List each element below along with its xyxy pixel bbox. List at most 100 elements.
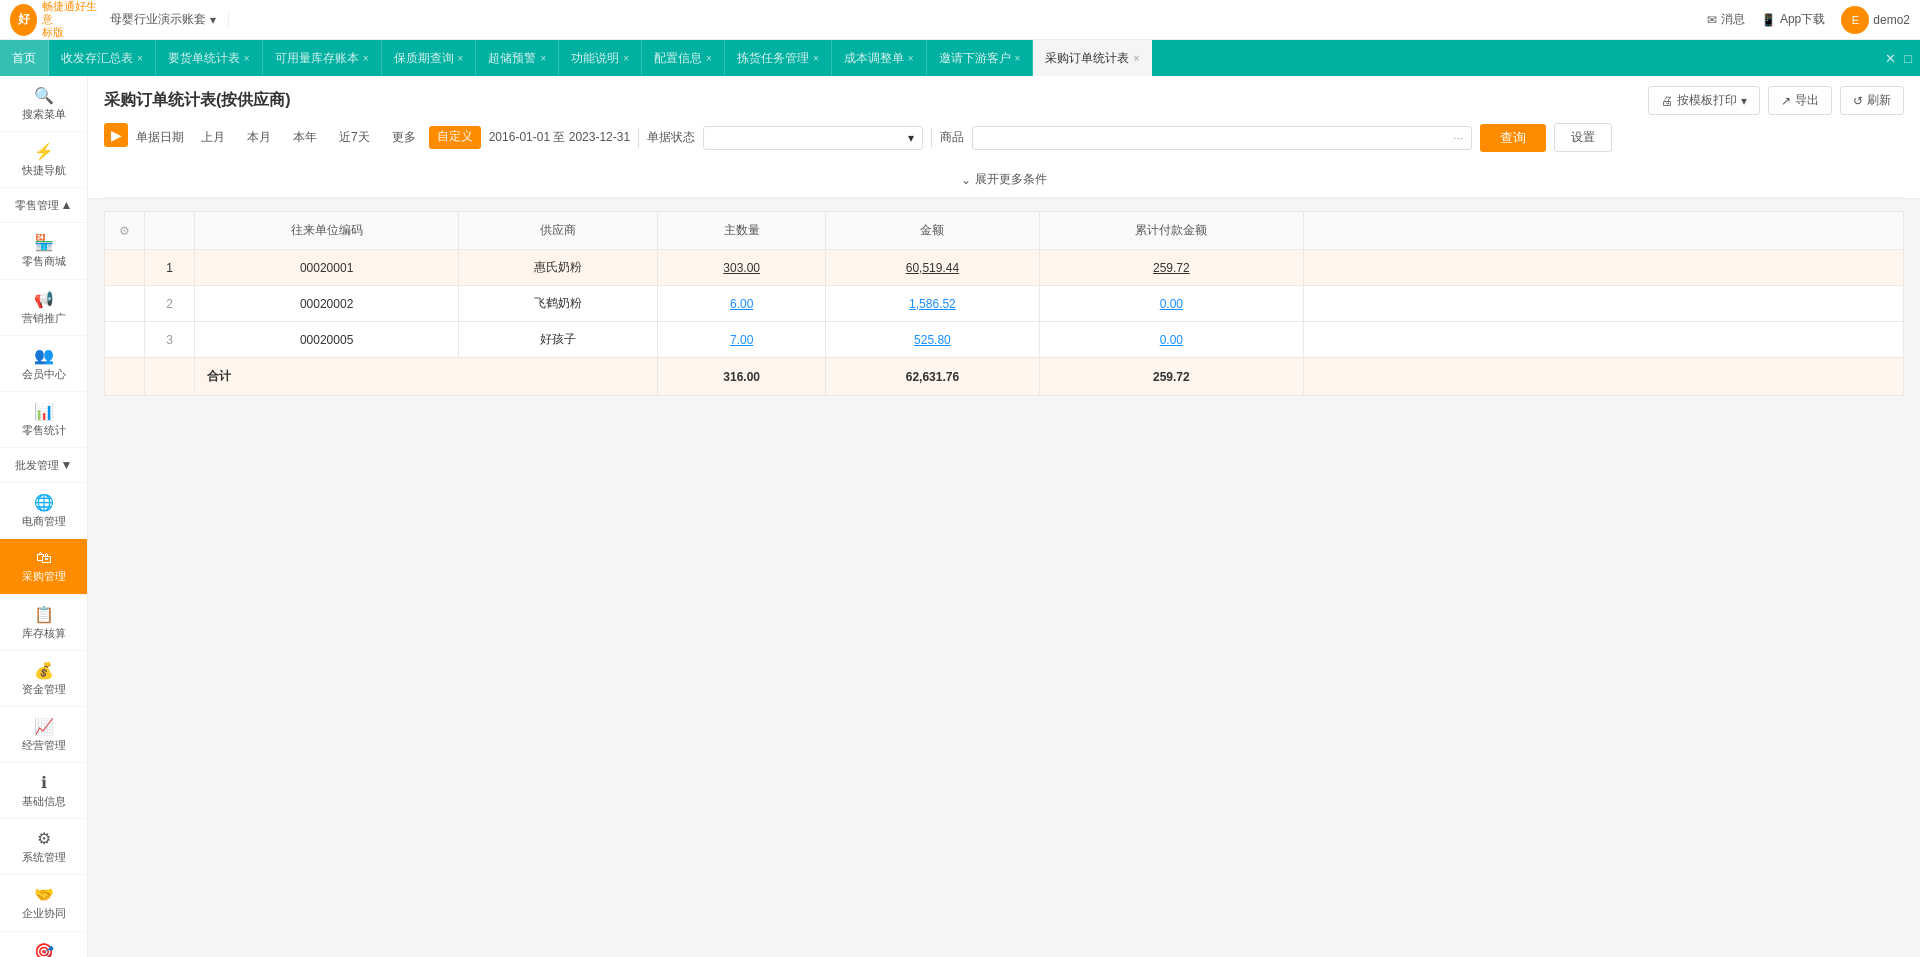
megaphone-icon: 📢 [34, 290, 54, 309]
tab-picking-task[interactable]: 拣货任务管理 × [725, 40, 832, 76]
close-tab-cost-adjust[interactable]: × [908, 53, 914, 64]
td-partner-code-1: 00020001 [195, 250, 459, 286]
main-content: 采购订单统计表(按供应商) 🖨 按模板打印 ▾ ↗ 导出 ↺ 刷新 [88, 76, 1920, 957]
target-icon: 🎯 [34, 942, 54, 957]
refresh-btn[interactable]: ↺ 刷新 [1840, 86, 1904, 115]
tab-purchase-summary[interactable]: 要货单统计表 × [156, 40, 263, 76]
sidebar-item-system[interactable]: ⚙ 系统管理 [0, 819, 87, 875]
logo-icon: 好 [10, 4, 37, 36]
query-btn[interactable]: 查询 [1480, 124, 1546, 152]
sidebar-item-basic-info[interactable]: ℹ 基础信息 [0, 763, 87, 819]
sidebar-item-retail-stats[interactable]: 📊 零售统计 [0, 392, 87, 448]
shortcut-this-year[interactable]: 本年 [284, 126, 326, 149]
shortcut-more[interactable]: 更多 [383, 126, 425, 149]
shortcut-last-month[interactable]: 上月 [192, 126, 234, 149]
sidebar-item-ecommerce[interactable]: 🌐 电商管理 [0, 483, 87, 539]
status-dropdown-icon: ▾ [908, 131, 914, 145]
sidebar-item-retail[interactable]: 零售管理 ▲ [0, 188, 87, 223]
close-tab-config-info[interactable]: × [706, 53, 712, 64]
expand-more-btn[interactable]: ⌄ 展开更多条件 [949, 168, 1059, 191]
td-quantity-3[interactable]: 7.00 [658, 322, 826, 358]
tfoot-label: 合计 [195, 358, 658, 396]
workspace-selector[interactable]: 母婴行业演示账套 ▾ [98, 11, 229, 28]
td-supplier-3: 好孩子 [459, 322, 658, 358]
sidebar-item-wholesale[interactable]: 批发管理 ▼ [0, 448, 87, 483]
sidebar-item-operations[interactable]: 📈 经营管理 [0, 707, 87, 763]
td-paid-amount-2[interactable]: 0.00 [1039, 286, 1303, 322]
shopping-icon: 🛍 [36, 549, 52, 567]
sidebar-item-marketing[interactable]: 📢 营销推广 [0, 280, 87, 336]
tfoot-quantity: 316.00 [658, 358, 826, 396]
close-tab-invite-downstream[interactable]: × [1015, 53, 1021, 64]
td-amount-3[interactable]: 525.80 [826, 322, 1040, 358]
search-icon: 🔍 [34, 86, 54, 105]
close-tab-expiry-query[interactable]: × [458, 53, 464, 64]
sidebar-item-enterprise[interactable]: 🤝 企业协同 [0, 875, 87, 931]
app-download-btn[interactable]: 📱 App下载 [1761, 11, 1825, 28]
td-empty-3 [1304, 322, 1904, 358]
tab-function-desc[interactable]: 功能说明 × [559, 40, 642, 76]
close-tab-purchase-order-summary[interactable]: × [1133, 53, 1139, 64]
th-index [145, 212, 195, 250]
close-tab-function-desc[interactable]: × [623, 53, 629, 64]
close-window-btn[interactable]: ✕ [1885, 51, 1896, 66]
close-tab-collect-summary[interactable]: × [137, 53, 143, 64]
close-tab-picking-task[interactable]: × [813, 53, 819, 64]
tab-expiry-query[interactable]: 保质期查询 × [382, 40, 477, 76]
tab-purchase-order-summary[interactable]: 采购订单统计表 × [1033, 40, 1152, 76]
close-tab-overstock-warning[interactable]: × [540, 53, 546, 64]
td-partner-code-3: 00020005 [195, 322, 459, 358]
th-amount: 金额 [826, 212, 1040, 250]
tfoot-empty [1304, 358, 1904, 396]
top-right-actions: ✉ 消息 📱 App下载 E demo2 [1707, 6, 1910, 34]
data-table: ⚙ 往来单位编码 供应商 主数量 金额 累计付款金额 1 [104, 211, 1904, 396]
td-paid-amount-3[interactable]: 0.00 [1039, 322, 1303, 358]
close-tab-purchase-summary[interactable]: × [244, 53, 250, 64]
filter-toggle-btn[interactable]: ▶ [104, 123, 128, 147]
td-quantity-1[interactable]: 303.00 [658, 250, 826, 286]
status-select[interactable]: ▾ [703, 126, 923, 150]
td-quantity-2[interactable]: 6.00 [658, 286, 826, 322]
tab-collect-summary[interactable]: 收发存汇总表 × [49, 40, 156, 76]
sidebar-item-search[interactable]: 🔍 搜索菜单 [0, 76, 87, 132]
custom-date-tag[interactable]: 自定义 [429, 126, 481, 149]
handshake-icon: 🤝 [34, 885, 54, 904]
sidebar-item-capital[interactable]: 💰 资金管理 [0, 651, 87, 707]
trending-icon: 📈 [34, 717, 54, 736]
tab-config-info[interactable]: 配置信息 × [642, 40, 725, 76]
shortcut-7days[interactable]: 近7天 [330, 126, 379, 149]
settings-btn[interactable]: 设置 [1554, 123, 1612, 152]
shortcut-this-month[interactable]: 本月 [238, 126, 280, 149]
td-amount-2[interactable]: 1,586.52 [826, 286, 1040, 322]
filter-divider-1 [638, 128, 639, 148]
sidebar-item-quicknav[interactable]: ⚡ 快捷导航 [0, 132, 87, 188]
tfoot-settings [105, 358, 145, 396]
tab-available-inventory[interactable]: 可用量库存账本 × [263, 40, 382, 76]
template-print-btn[interactable]: 🖨 按模板打印 ▾ [1648, 86, 1760, 115]
date-shortcuts: 上月 本月 本年 近7天 更多 自定义 [192, 126, 481, 149]
sidebar-item-retail-mall[interactable]: 🏪 零售商城 [0, 223, 87, 279]
goods-input[interactable]: ··· [972, 126, 1472, 150]
td-amount-1[interactable]: 60,519.44 [826, 250, 1040, 286]
column-settings-icon[interactable]: ⚙ [119, 224, 130, 238]
message-btn[interactable]: ✉ 消息 [1707, 11, 1745, 28]
sidebar-item-member[interactable]: 👥 会员中心 [0, 336, 87, 392]
close-tab-available-inventory[interactable]: × [363, 53, 369, 64]
table-footer-row: 合计 316.00 62,631.76 259.72 [105, 358, 1904, 396]
gear-icon: ⚙ [37, 829, 51, 848]
chevron-up-icon: ▲ [61, 198, 73, 212]
page-header: 采购订单统计表(按供应商) 🖨 按模板打印 ▾ ↗ 导出 ↺ 刷新 [88, 76, 1920, 199]
tab-overstock-warning[interactable]: 超储预警 × [476, 40, 559, 76]
td-paid-amount-1[interactable]: 259.72 [1039, 250, 1303, 286]
user-profile[interactable]: E demo2 [1841, 6, 1910, 34]
sidebar-item-newbie[interactable]: 🎯 新手引导 [0, 932, 87, 957]
tab-home[interactable]: 首页 [0, 40, 49, 76]
export-btn[interactable]: ↗ 导出 [1768, 86, 1832, 115]
sidebar-item-purchase[interactable]: 🛍 采购管理 [0, 539, 87, 594]
goods-more-icon: ··· [1453, 131, 1463, 145]
sidebar: 🔍 搜索菜单 ⚡ 快捷导航 零售管理 ▲ 🏪 零售商城 📢 营销推广 👥 会员中… [0, 76, 88, 957]
tab-invite-downstream[interactable]: 邀请下游客户 × [927, 40, 1034, 76]
sidebar-item-inventory[interactable]: 📋 库存核算 [0, 595, 87, 651]
tab-cost-adjust[interactable]: 成本调整单 × [832, 40, 927, 76]
restore-window-btn[interactable]: □ [1904, 51, 1912, 66]
